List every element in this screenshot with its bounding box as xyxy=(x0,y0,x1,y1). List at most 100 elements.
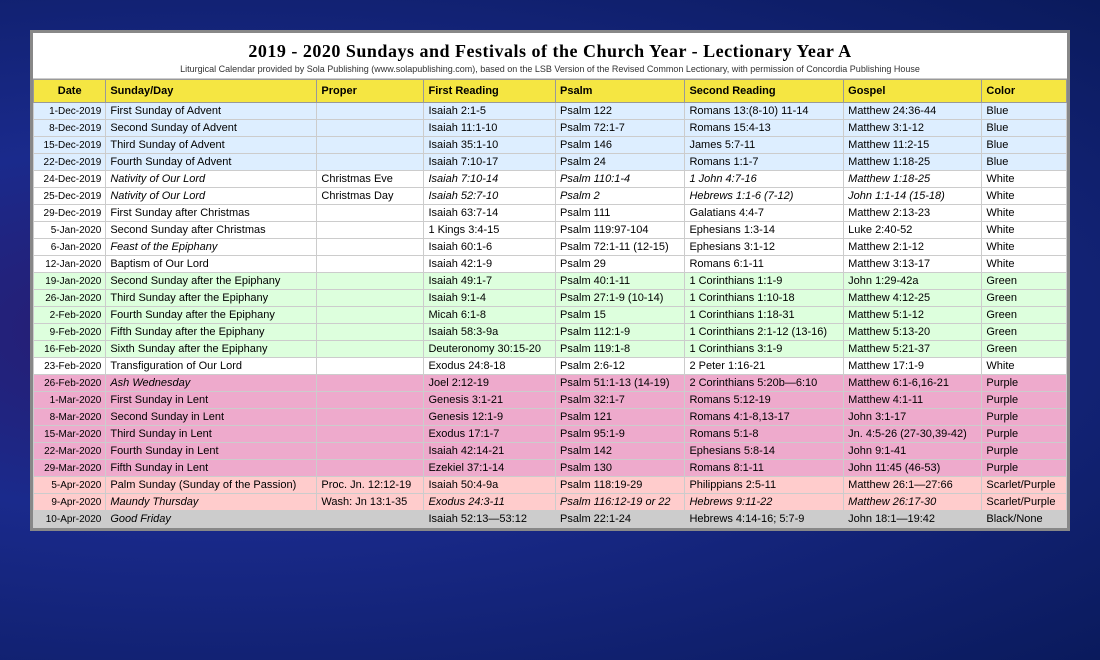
cell-second: Romans 6:1-11 xyxy=(685,256,844,273)
cell-day: Maundy Thursday xyxy=(106,494,317,511)
cell-psalm: Psalm 29 xyxy=(556,256,685,273)
cell-color: Black/None xyxy=(982,511,1067,528)
cell-proper xyxy=(317,205,424,222)
cell-date: 9-Apr-2020 xyxy=(34,494,106,511)
cell-color: White xyxy=(982,188,1067,205)
cell-first: Genesis 3:1-21 xyxy=(424,392,556,409)
table-row: 19-Jan-2020Second Sunday after the Epiph… xyxy=(34,273,1067,290)
cell-second: Romans 8:1-11 xyxy=(685,460,844,477)
cell-proper xyxy=(317,426,424,443)
cell-first: Isaiah 7:10-14 xyxy=(424,171,556,188)
cell-proper xyxy=(317,511,424,528)
cell-date: 22-Mar-2020 xyxy=(34,443,106,460)
cell-first: Isaiah 42:14-21 xyxy=(424,443,556,460)
cell-second: Romans 15:4-13 xyxy=(685,120,844,137)
cell-first: Deuteronomy 30:15-20 xyxy=(424,341,556,358)
cell-psalm: Psalm 146 xyxy=(556,137,685,154)
subtitle: Liturgical Calendar provided by Sola Pub… xyxy=(43,64,1057,74)
cell-day: Nativity of Our Lord xyxy=(106,188,317,205)
cell-first: Genesis 12:1-9 xyxy=(424,409,556,426)
cell-gospel: Matthew 6:1-6,16-21 xyxy=(844,375,982,392)
cell-date: 9-Feb-2020 xyxy=(34,324,106,341)
cell-date: 10-Apr-2020 xyxy=(34,511,106,528)
cell-gospel: Luke 2:40-52 xyxy=(844,222,982,239)
cell-gospel: John 9:1-41 xyxy=(844,443,982,460)
table-row: 5-Jan-2020Second Sunday after Christmas1… xyxy=(34,222,1067,239)
cell-second: 1 Corinthians 2:1-12 (13-16) xyxy=(685,324,844,341)
cell-color: Green xyxy=(982,273,1067,290)
table-row: 22-Dec-2019Fourth Sunday of AdventIsaiah… xyxy=(34,154,1067,171)
cell-proper xyxy=(317,103,424,120)
cell-first: Micah 6:1-8 xyxy=(424,307,556,324)
cell-day: First Sunday after Christmas xyxy=(106,205,317,222)
cell-psalm: Psalm 72:1-7 xyxy=(556,120,685,137)
cell-date: 29-Dec-2019 xyxy=(34,205,106,222)
cell-second: Romans 5:1-8 xyxy=(685,426,844,443)
cell-proper xyxy=(317,290,424,307)
main-container: 2019 - 2020 Sundays and Festivals of the… xyxy=(30,30,1070,531)
cell-proper xyxy=(317,392,424,409)
cell-second: Ephesians 3:1-12 xyxy=(685,239,844,256)
cell-color: White xyxy=(982,205,1067,222)
cell-psalm: Psalm 119:1-8 xyxy=(556,341,685,358)
cell-proper xyxy=(317,409,424,426)
cell-second: Hebrews 1:1-6 (7-12) xyxy=(685,188,844,205)
cell-gospel: Matthew 2:1-12 xyxy=(844,239,982,256)
cell-psalm: Psalm 119:97-104 xyxy=(556,222,685,239)
cell-date: 5-Apr-2020 xyxy=(34,477,106,494)
cell-date: 23-Feb-2020 xyxy=(34,358,106,375)
cell-psalm: Psalm 122 xyxy=(556,103,685,120)
cell-color: Purple xyxy=(982,375,1067,392)
cell-color: Blue xyxy=(982,120,1067,137)
cell-day: First Sunday of Advent xyxy=(106,103,317,120)
cell-proper xyxy=(317,375,424,392)
cell-gospel: John 3:1-17 xyxy=(844,409,982,426)
cell-second: Galatians 4:4-7 xyxy=(685,205,844,222)
cell-gospel: Matthew 17:1-9 xyxy=(844,358,982,375)
cell-first: Ezekiel 37:1-14 xyxy=(424,460,556,477)
table-row: 12-Jan-2020Baptism of Our LordIsaiah 42:… xyxy=(34,256,1067,273)
cell-first: Isaiah 52:13—53:12 xyxy=(424,511,556,528)
cell-psalm: Psalm 118:19-29 xyxy=(556,477,685,494)
cell-day: Fifth Sunday after the Epiphany xyxy=(106,324,317,341)
header-first-reading: First Reading xyxy=(424,80,556,103)
cell-second: 1 Corinthians 3:1-9 xyxy=(685,341,844,358)
lectionary-table: Date Sunday/Day Proper First Reading Psa… xyxy=(33,79,1067,528)
table-row: 16-Feb-2020Sixth Sunday after the Epipha… xyxy=(34,341,1067,358)
cell-second: Hebrews 4:14-16; 5:7-9 xyxy=(685,511,844,528)
cell-second: 1 Corinthians 1:10-18 xyxy=(685,290,844,307)
header-gospel: Gospel xyxy=(844,80,982,103)
cell-date: 29-Mar-2020 xyxy=(34,460,106,477)
cell-date: 24-Dec-2019 xyxy=(34,171,106,188)
cell-day: Feast of the Epiphany xyxy=(106,239,317,256)
cell-first: Isaiah 58:3-9a xyxy=(424,324,556,341)
cell-day: Fifth Sunday in Lent xyxy=(106,460,317,477)
cell-proper xyxy=(317,256,424,273)
cell-proper xyxy=(317,307,424,324)
cell-color: White xyxy=(982,171,1067,188)
cell-psalm: Psalm 130 xyxy=(556,460,685,477)
cell-gospel: Matthew 2:13-23 xyxy=(844,205,982,222)
cell-psalm: Psalm 27:1-9 (10-14) xyxy=(556,290,685,307)
cell-day: Third Sunday of Advent xyxy=(106,137,317,154)
cell-date: 25-Dec-2019 xyxy=(34,188,106,205)
cell-second: Ephesians 5:8-14 xyxy=(685,443,844,460)
cell-day: Second Sunday after the Epiphany xyxy=(106,273,317,290)
cell-color: Green xyxy=(982,307,1067,324)
cell-gospel: Matthew 3:1-12 xyxy=(844,120,982,137)
cell-proper xyxy=(317,443,424,460)
cell-color: Purple xyxy=(982,409,1067,426)
table-wrapper[interactable]: Date Sunday/Day Proper First Reading Psa… xyxy=(33,79,1067,528)
cell-day: Third Sunday after the Epiphany xyxy=(106,290,317,307)
cell-gospel: Matthew 5:1-12 xyxy=(844,307,982,324)
cell-psalm: Psalm 142 xyxy=(556,443,685,460)
table-row: 1-Dec-2019First Sunday of AdventIsaiah 2… xyxy=(34,103,1067,120)
cell-proper: Christmas Eve xyxy=(317,171,424,188)
cell-first: 1 Kings 3:4-15 xyxy=(424,222,556,239)
cell-first: Isaiah 2:1-5 xyxy=(424,103,556,120)
cell-first: Isaiah 52:7-10 xyxy=(424,188,556,205)
table-row: 9-Apr-2020Maundy ThursdayWash: Jn 13:1-3… xyxy=(34,494,1067,511)
table-row: 1-Mar-2020First Sunday in LentGenesis 3:… xyxy=(34,392,1067,409)
cell-day: Second Sunday of Advent xyxy=(106,120,317,137)
cell-psalm: Psalm 51:1-13 (14-19) xyxy=(556,375,685,392)
